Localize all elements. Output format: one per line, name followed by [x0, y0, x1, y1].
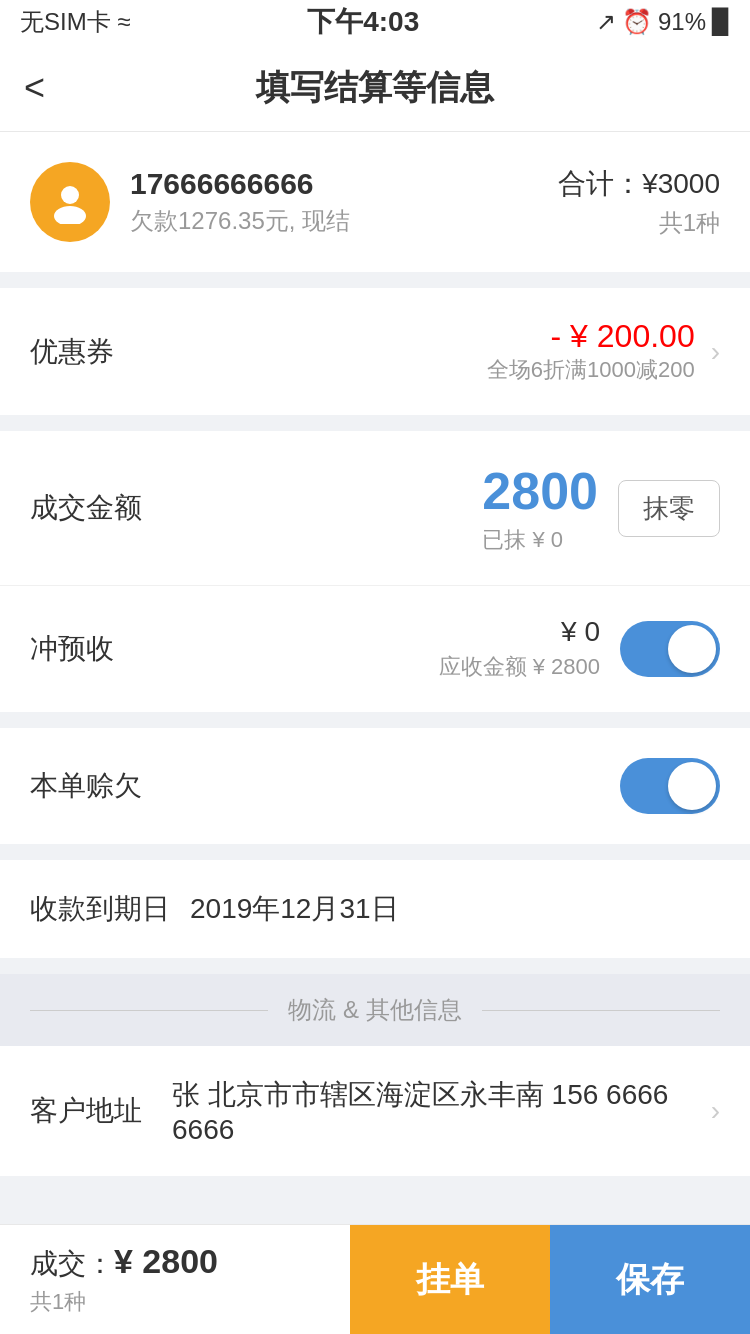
avatar — [30, 162, 110, 242]
bottom-deal-label: 成交：¥ 2800 — [30, 1242, 320, 1283]
chevron-right-icon: › — [711, 336, 720, 368]
deal-amount-row: 成交金额 2800 已抹 ¥ 0 抹零 — [0, 431, 750, 586]
coupon-value: - ¥ 200.00 — [487, 318, 695, 355]
coupon-right: - ¥ 200.00 全场6折满1000减200 › — [487, 318, 720, 385]
user-total: 合计：¥3000 共1种 — [558, 165, 720, 239]
duedate-label: 收款到期日 — [30, 890, 170, 928]
save-button[interactable]: 保存 — [550, 1225, 750, 1334]
bottom-info: 成交：¥ 2800 共1种 — [0, 1242, 350, 1317]
address-section[interactable]: 客户地址 张 北京市市辖区海淀区永丰南 156 6666 6666 › — [0, 1046, 750, 1176]
user-debt: 欠款1276.35元, 现结 — [130, 205, 350, 237]
coupon-label: 优惠券 — [30, 333, 114, 371]
debt-section: 本单赊欠 — [0, 728, 750, 844]
user-info-left: 17666666666 欠款1276.35元, 现结 — [30, 162, 350, 242]
coupon-row[interactable]: 优惠券 - ¥ 200.00 全场6折满1000减200 › — [0, 288, 750, 415]
deal-amount-sub: 已抹 ¥ 0 — [482, 525, 598, 555]
debt-toggle-thumb — [668, 762, 716, 810]
total-label: 合计： — [558, 168, 642, 199]
prepay-toggle[interactable] — [620, 621, 720, 677]
bottom-deal-amount: ¥ 2800 — [114, 1242, 218, 1280]
item-count: 共1种 — [558, 207, 720, 239]
bottom-bar: 成交：¥ 2800 共1种 挂单 保存 — [0, 1224, 750, 1334]
status-time: 下午4:03 — [307, 3, 419, 41]
coupon-sub: 全场6折满1000减200 — [487, 355, 695, 385]
toggle-thumb — [668, 625, 716, 673]
prepay-sub: 应收金额 ¥ 2800 — [439, 652, 600, 682]
hang-button[interactable]: 挂单 — [350, 1225, 550, 1334]
address-chevron-icon: › — [711, 1095, 720, 1127]
duedate-section: 收款到期日 2019年12月31日 — [0, 860, 750, 958]
status-left: 无SIM卡 ≈ — [20, 6, 131, 38]
bottom-deal-prefix: 成交： — [30, 1248, 114, 1279]
deal-amount-right: 2800 已抹 ¥ 0 抹零 — [482, 461, 720, 555]
user-card: 17666666666 欠款1276.35元, 现结 合计：¥3000 共1种 — [0, 132, 750, 272]
prepay-right: ¥ 0 应收金额 ¥ 2800 — [439, 616, 720, 682]
coupon-section: 优惠券 - ¥ 200.00 全场6折满1000减200 › — [0, 288, 750, 415]
status-bar: 无SIM卡 ≈ 下午4:03 ↗ ⏰ 91% ▉ — [0, 0, 750, 44]
user-phone: 17666666666 — [130, 167, 350, 201]
prepay-label: 冲预收 — [30, 630, 114, 668]
nav-bar: < 填写结算等信息 — [0, 44, 750, 132]
total-label-value: 合计：¥3000 — [558, 165, 720, 203]
address-value: 张 北京市市辖区海淀区永丰南 156 6666 6666 — [172, 1076, 711, 1146]
bottom-buttons: 挂单 保存 — [350, 1225, 750, 1334]
deal-section: 成交金额 2800 已抹 ¥ 0 抹零 冲预收 ¥ 0 应收金额 ¥ 2800 — [0, 431, 750, 712]
deal-amount-label: 成交金额 — [30, 489, 142, 527]
content-area: 17666666666 欠款1276.35元, 现结 合计：¥3000 共1种 … — [0, 132, 750, 1334]
alarm-icon: ⏰ — [622, 8, 652, 36]
prepay-info: ¥ 0 应收金额 ¥ 2800 — [439, 616, 600, 682]
debt-toggle[interactable] — [620, 758, 720, 814]
address-label: 客户地址 — [30, 1092, 142, 1130]
divider-line-right — [482, 1010, 720, 1011]
duedate-value: 2019年12月31日 — [190, 890, 399, 928]
back-button[interactable]: < — [24, 67, 45, 109]
page-title: 填写结算等信息 — [256, 65, 494, 111]
prepay-row: 冲预收 ¥ 0 应收金额 ¥ 2800 — [0, 586, 750, 712]
deal-amount-value: 2800 — [482, 461, 598, 521]
divider-text: 物流 & 其他信息 — [268, 994, 481, 1026]
battery-label: 91% — [658, 8, 706, 36]
svg-point-1 — [54, 206, 86, 224]
battery-icon: ▉ — [712, 8, 730, 36]
sim-label: 无SIM卡 ≈ — [20, 6, 131, 38]
divider-section: 物流 & 其他信息 — [0, 974, 750, 1046]
debt-label: 本单赊欠 — [30, 767, 142, 805]
divider-line-left — [30, 1010, 268, 1011]
status-right: ↗ ⏰ 91% ▉ — [596, 8, 730, 36]
location-icon: ↗ — [596, 8, 616, 36]
total-value: ¥3000 — [642, 168, 720, 199]
user-details: 17666666666 欠款1276.35元, 现结 — [130, 167, 350, 237]
prepay-amount: ¥ 0 — [439, 616, 600, 648]
bottom-count: 共1种 — [30, 1287, 320, 1317]
round-btn[interactable]: 抹零 — [618, 480, 720, 537]
svg-point-0 — [61, 186, 79, 204]
